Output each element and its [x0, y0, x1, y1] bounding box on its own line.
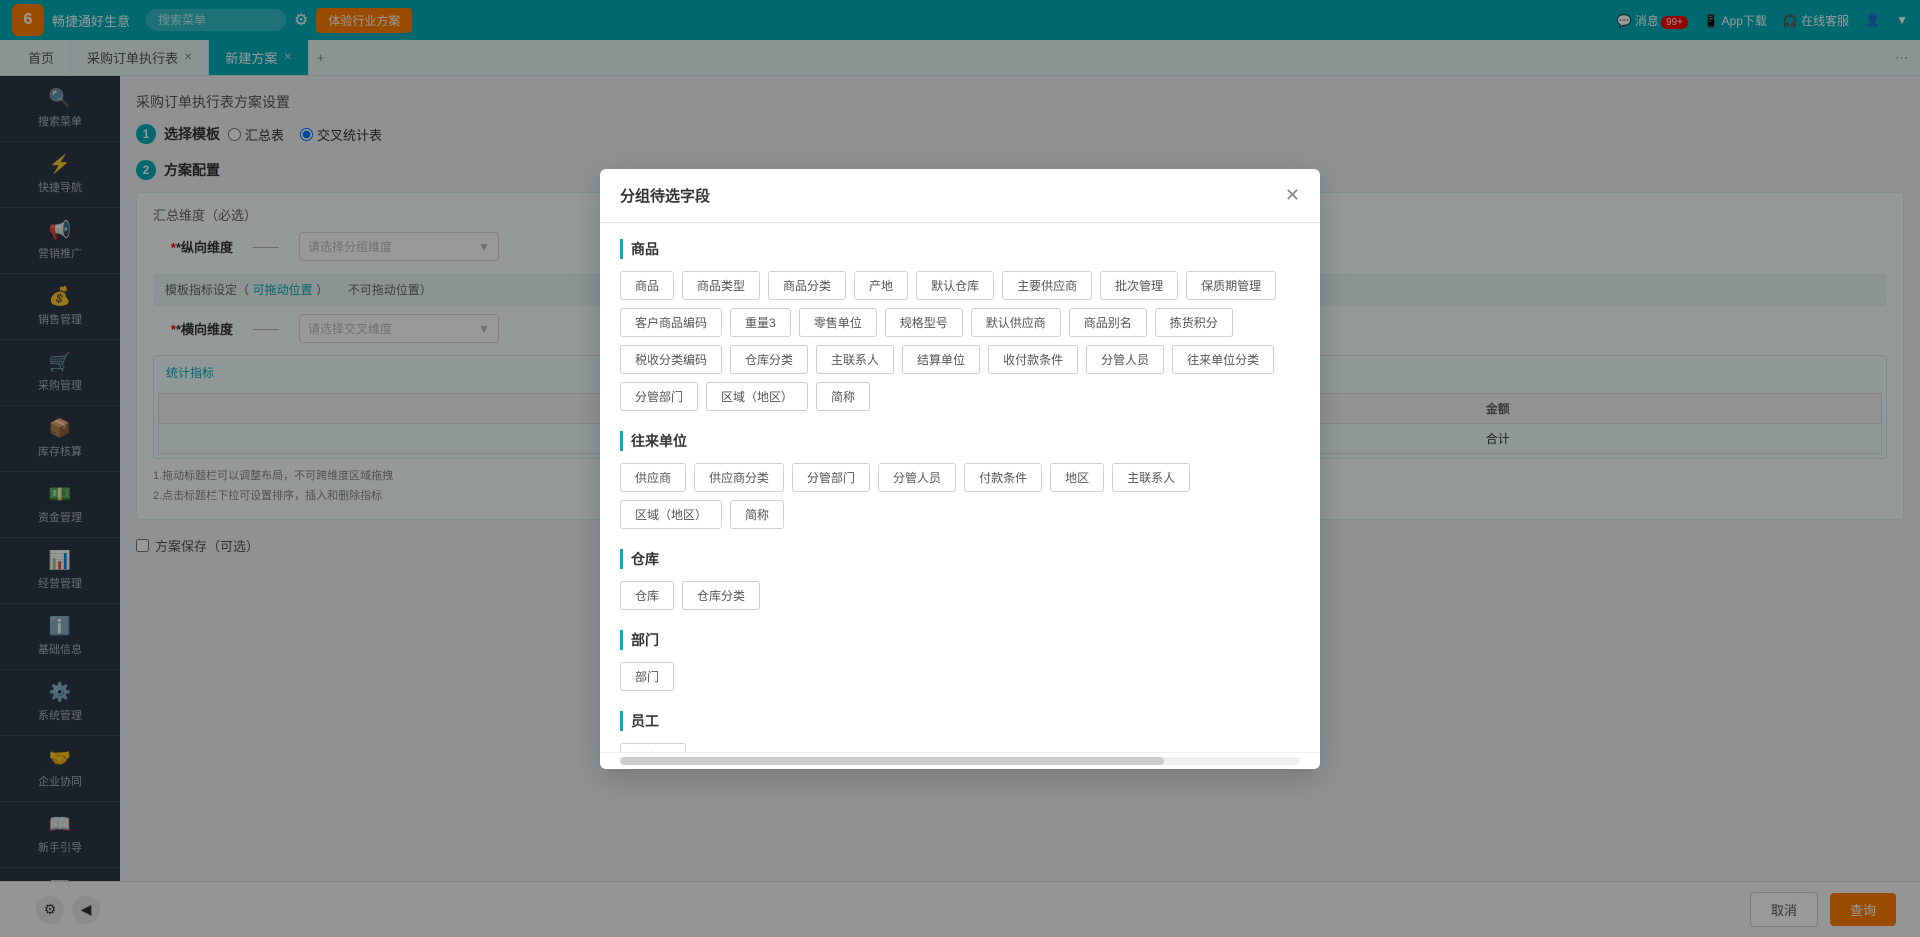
field-chips-partner: 供应商 供应商分类 分管部门 分管人员 付款条件 地区 主联系人 区域（地区） … [620, 463, 1300, 529]
modal-body[interactable]: 商品 商品 商品类型 商品分类 产地 默认仓库 主要供应商 批次管理 保质期管理… [600, 223, 1320, 752]
modal-hscroll-bar[interactable] [600, 752, 1320, 769]
chip-partner-7[interactable]: 区域（地区） [620, 500, 722, 529]
chip-product-21[interactable]: 往来单位分类 [1172, 345, 1274, 374]
chip-product-18[interactable]: 结算单位 [902, 345, 980, 374]
modal-hscroll-thumb[interactable] [620, 757, 1164, 765]
chip-partner-1[interactable]: 供应商分类 [694, 463, 784, 492]
chip-partner-0[interactable]: 供应商 [620, 463, 686, 492]
field-section-partner-title: 往来单位 [620, 431, 1300, 451]
modal-header: 分组待选字段 ✕ [600, 169, 1320, 223]
chip-dept-0[interactable]: 部门 [620, 662, 674, 691]
modal-overlay: 分组待选字段 ✕ 商品 商品 商品类型 商品分类 产地 默认仓库 主要供应商 批… [0, 0, 1920, 937]
chip-product-15[interactable]: 税收分类编码 [620, 345, 722, 374]
chip-partner-6[interactable]: 主联系人 [1112, 463, 1190, 492]
chip-product-6[interactable]: 批次管理 [1100, 271, 1178, 300]
modal-close-button[interactable]: ✕ [1285, 185, 1300, 206]
field-chips-staff: 业务员 [620, 743, 1300, 752]
chip-product-1[interactable]: 商品类型 [682, 271, 760, 300]
chip-product-9[interactable]: 重量3 [730, 308, 791, 337]
chip-product-13[interactable]: 商品别名 [1069, 308, 1147, 337]
modal-hscroll-track [620, 757, 1300, 765]
chip-staff-0[interactable]: 业务员 [620, 743, 686, 752]
chip-product-24[interactable]: 简称 [816, 382, 870, 411]
field-section-staff: 员工 业务员 [620, 711, 1300, 752]
chip-partner-5[interactable]: 地区 [1050, 463, 1104, 492]
field-section-staff-title: 员工 [620, 711, 1300, 731]
field-chips-warehouse: 仓库 仓库分类 [620, 581, 1300, 610]
chip-partner-2[interactable]: 分管部门 [792, 463, 870, 492]
chip-product-11[interactable]: 规格型号 [885, 308, 963, 337]
chip-warehouse-0[interactable]: 仓库 [620, 581, 674, 610]
field-section-warehouse-title: 仓库 [620, 549, 1300, 569]
chip-partner-3[interactable]: 分管人员 [878, 463, 956, 492]
chip-product-16[interactable]: 仓库分类 [730, 345, 808, 374]
chip-product-19[interactable]: 收付款条件 [988, 345, 1078, 374]
chip-product-20[interactable]: 分管人员 [1086, 345, 1164, 374]
field-section-dept-title: 部门 [620, 630, 1300, 650]
chip-product-2[interactable]: 商品分类 [768, 271, 846, 300]
field-chips-product: 商品 商品类型 商品分类 产地 默认仓库 主要供应商 批次管理 保质期管理 客户… [620, 271, 1300, 411]
chip-product-0[interactable]: 商品 [620, 271, 674, 300]
chip-warehouse-1[interactable]: 仓库分类 [682, 581, 760, 610]
modal: 分组待选字段 ✕ 商品 商品 商品类型 商品分类 产地 默认仓库 主要供应商 批… [600, 169, 1320, 769]
chip-partner-4[interactable]: 付款条件 [964, 463, 1042, 492]
chip-product-8[interactable]: 客户商品编码 [620, 308, 722, 337]
field-section-dept: 部门 部门 [620, 630, 1300, 691]
chip-product-22[interactable]: 分管部门 [620, 382, 698, 411]
chip-product-4[interactable]: 默认仓库 [916, 271, 994, 300]
field-chips-dept: 部门 [620, 662, 1300, 691]
chip-product-17[interactable]: 主联系人 [816, 345, 894, 374]
chip-product-14[interactable]: 拣货积分 [1155, 308, 1233, 337]
chip-product-7[interactable]: 保质期管理 [1186, 271, 1276, 300]
field-section-warehouse: 仓库 仓库 仓库分类 [620, 549, 1300, 610]
modal-title: 分组待选字段 [620, 185, 710, 206]
chip-partner-8[interactable]: 简称 [730, 500, 784, 529]
field-section-product: 商品 商品 商品类型 商品分类 产地 默认仓库 主要供应商 批次管理 保质期管理… [620, 239, 1300, 411]
field-section-product-title: 商品 [620, 239, 1300, 259]
chip-product-23[interactable]: 区域（地区） [706, 382, 808, 411]
chip-product-5[interactable]: 主要供应商 [1002, 271, 1092, 300]
chip-product-3[interactable]: 产地 [854, 271, 908, 300]
chip-product-10[interactable]: 零售单位 [799, 308, 877, 337]
chip-product-12[interactable]: 默认供应商 [971, 308, 1061, 337]
field-section-partner: 往来单位 供应商 供应商分类 分管部门 分管人员 付款条件 地区 主联系人 区域… [620, 431, 1300, 529]
